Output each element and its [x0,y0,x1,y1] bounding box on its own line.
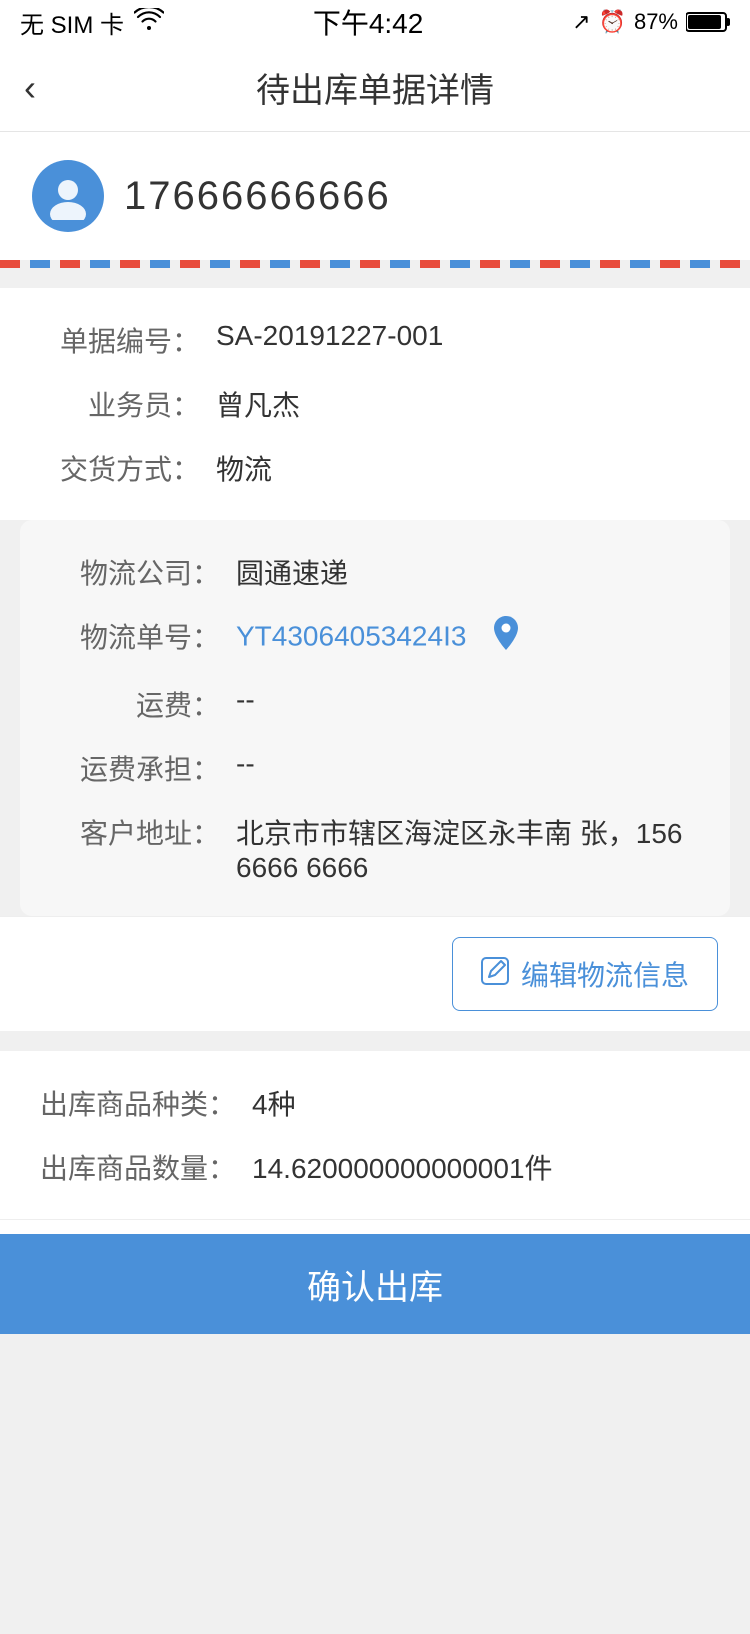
back-button[interactable]: ‹ [24,67,36,109]
customer-phone: 17666666666 [124,174,391,219]
logistics-company-row: 物流公司： 圆通速递 [60,552,690,592]
location-service-icon: ↗ [572,9,590,35]
edit-logistics-button[interactable]: 编辑物流信息 [452,937,718,1011]
freight-value: -- [236,684,690,716]
salesperson-value: 曾凡杰 [216,384,710,424]
decorative-border [0,260,750,268]
freight-label: 运费： [60,684,220,724]
tracking-number-value: YT43064053424I3 [236,616,690,660]
delivery-method-row: 交货方式： 物流 [40,448,710,488]
carrier-label: 无 SIM 卡 [20,5,124,40]
edit-logistics-label: 编辑物流信息 [521,954,689,994]
doc-number-value: SA-20191227-001 [216,320,710,352]
quantity-label: 出库商品数量： [40,1147,236,1187]
doc-number-label: 单据编号： [40,320,200,360]
confirm-button[interactable]: 确认出库 [0,1234,750,1334]
address-row: 客户地址： 北京市市辖区海淀区永丰南 张，156 6666 6666 [60,812,690,884]
alarm-icon: ⏰ [599,9,626,35]
freight-bearer-label: 运费承担： [60,748,220,788]
summary-section: 出库商品种类： 4种 出库商品数量： 14.620000000000001件 [0,1051,750,1219]
edit-icon [481,957,509,992]
delivery-method-label: 交货方式： [40,448,200,488]
tracking-number-label: 物流单号： [60,616,220,656]
status-bar: 无 SIM 卡 下午4:42 ↗ ⏰ 87% [0,0,750,44]
address-value: 北京市市辖区海淀区永丰南 张，156 6666 6666 [236,812,690,884]
status-right: ↗ ⏰ 87% [572,9,730,35]
status-left: 无 SIM 卡 [20,5,164,40]
section-divider [0,1031,750,1051]
page-title: 待出库单据详情 [256,63,494,112]
salesperson-label: 业务员： [40,384,200,424]
nav-bar: ‹ 待出库单据详情 [0,44,750,132]
types-value: 4种 [252,1083,710,1123]
logistics-company-label: 物流公司： [60,552,220,592]
freight-bearer-row: 运费承担： -- [60,748,690,788]
delivery-method-value: 物流 [216,448,710,488]
types-label: 出库商品种类： [40,1083,236,1123]
doc-number-row: 单据编号： SA-20191227-001 [40,320,710,360]
edit-logistics-row: 编辑物流信息 [0,916,750,1031]
address-label: 客户地址： [60,812,220,852]
battery-label: 87% [634,9,678,35]
quantity-row: 出库商品数量： 14.620000000000001件 [40,1147,710,1187]
freight-row: 运费： -- [60,684,690,724]
freight-bearer-value: -- [236,748,690,780]
order-info-section: 单据编号： SA-20191227-001 业务员： 曾凡杰 交货方式： 物流 [0,288,750,520]
bottom-spacer [0,1334,750,1534]
status-time: 下午4:42 [313,2,424,42]
salesperson-row: 业务员： 曾凡杰 [40,384,710,424]
logistics-company-value: 圆通速递 [236,552,690,592]
customer-avatar [32,160,104,232]
wifi-icon [134,8,164,37]
battery-icon [686,11,730,33]
location-icon[interactable] [490,616,522,660]
quantity-value: 14.620000000000001件 [252,1147,710,1187]
tracking-number-row: 物流单号： YT43064053424I3 [60,616,690,660]
customer-header: 17666666666 [0,132,750,260]
types-row: 出库商品种类： 4种 [40,1083,710,1123]
logistics-card: 物流公司： 圆通速递 物流单号： YT43064053424I3 运费： -- … [20,520,730,916]
